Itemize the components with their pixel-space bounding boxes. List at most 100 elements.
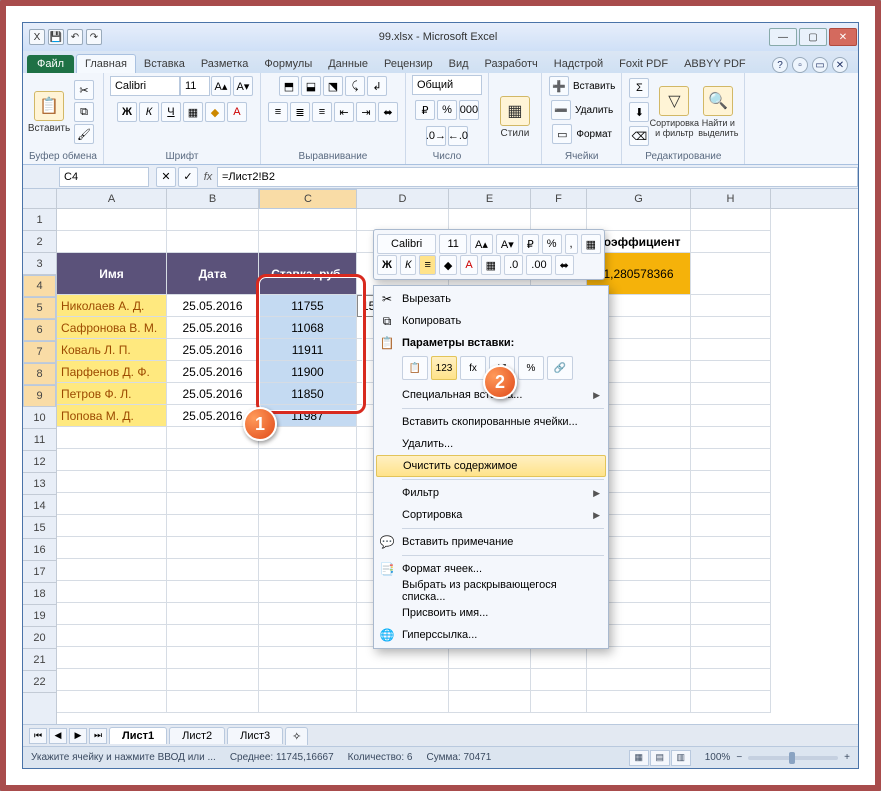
cell[interactable] <box>57 449 167 471</box>
menu-format-cells[interactable]: 📑Формат ячеек... <box>374 558 608 580</box>
mini-currency-icon[interactable]: ₽ <box>522 234 539 254</box>
cell[interactable] <box>691 493 771 515</box>
menu-insert-comment[interactable]: 💬Вставить примечание <box>374 531 608 553</box>
cell[interactable] <box>167 669 259 691</box>
menu-hyperlink[interactable]: 🌐Гиперссылка... <box>374 624 608 646</box>
formula-input[interactable]: =Лист2!B2 <box>217 167 858 187</box>
cell[interactable]: Попова М. Д. <box>57 405 167 427</box>
cell[interactable] <box>259 669 357 691</box>
cell[interactable] <box>167 559 259 581</box>
row-header[interactable]: 16 <box>23 539 56 561</box>
cell[interactable] <box>259 691 357 713</box>
tab-layout[interactable]: Разметка <box>193 55 257 73</box>
font-color-button[interactable]: A <box>227 102 247 122</box>
row-header[interactable]: 8 <box>23 363 56 385</box>
undo-icon[interactable]: ↶ <box>67 29 83 45</box>
cell[interactable] <box>357 647 449 669</box>
sheet-tab-1[interactable]: Лист1 <box>109 727 167 744</box>
cell[interactable] <box>691 339 771 361</box>
cell[interactable] <box>691 383 771 405</box>
cell[interactable]: Дата <box>167 253 259 295</box>
mini-bold-icon[interactable]: Ж <box>377 255 397 275</box>
wrap-text-icon[interactable]: ↲ <box>367 76 387 96</box>
paste-opt-all[interactable]: 📋 <box>402 356 428 380</box>
cancel-formula-icon[interactable]: ✕ <box>156 167 176 187</box>
align-middle-icon[interactable]: ⬓ <box>301 76 321 96</box>
bold-button[interactable]: Ж <box>117 102 137 122</box>
tab-abbyy[interactable]: ABBYY PDF <box>676 55 754 73</box>
row-header[interactable]: 9 <box>23 385 56 407</box>
cell[interactable] <box>167 493 259 515</box>
row-header[interactable]: 13 <box>23 473 56 495</box>
cell[interactable] <box>259 515 357 537</box>
row-header[interactable]: 22 <box>23 671 56 693</box>
cell[interactable]: 25.05.2016 <box>167 361 259 383</box>
indent-dec-icon[interactable]: ⇤ <box>334 102 354 122</box>
cell[interactable] <box>691 603 771 625</box>
cell[interactable] <box>587 209 691 231</box>
cells-insert-button[interactable]: ➕Вставить <box>548 75 615 97</box>
worksheet[interactable]: A B C D E F G H 123456789101112131415161… <box>23 189 858 724</box>
tab-data[interactable]: Данные <box>320 55 376 73</box>
cell[interactable] <box>691 559 771 581</box>
cell[interactable]: Ставка, руб. <box>259 253 357 295</box>
mini-fontcolor-icon[interactable]: A <box>460 255 477 275</box>
row-header[interactable]: 2 <box>23 231 56 253</box>
cell[interactable]: 11850 <box>259 383 357 405</box>
tab-addins[interactable]: Надстрой <box>546 55 611 73</box>
inc-decimal-icon[interactable]: .0→ <box>426 126 446 146</box>
enter-formula-icon[interactable]: ✓ <box>178 167 198 187</box>
save-icon[interactable]: 💾 <box>48 29 64 45</box>
col-header[interactable]: A <box>57 189 167 208</box>
cell[interactable] <box>57 231 167 253</box>
cell[interactable] <box>167 603 259 625</box>
cell[interactable] <box>259 581 357 603</box>
cell[interactable] <box>57 559 167 581</box>
cell[interactable] <box>57 603 167 625</box>
italic-button[interactable]: К <box>139 102 159 122</box>
cell[interactable]: Парфенов Д. Ф. <box>57 361 167 383</box>
cell[interactable] <box>259 449 357 471</box>
cell[interactable]: 25.05.2016 <box>167 295 259 317</box>
cell[interactable] <box>691 537 771 559</box>
number-format-select[interactable]: Общий <box>412 75 482 95</box>
align-center-icon[interactable]: ≣ <box>290 102 310 122</box>
cell[interactable] <box>259 647 357 669</box>
cell[interactable] <box>691 405 771 427</box>
cell[interactable] <box>587 691 691 713</box>
cell[interactable] <box>167 209 259 231</box>
tab-home[interactable]: Главная <box>76 54 136 73</box>
cell[interactable] <box>357 691 449 713</box>
merge-icon[interactable]: ⬌ <box>378 102 398 122</box>
mini-italic-icon[interactable]: К <box>400 255 416 275</box>
tab-nav-last[interactable]: ⏭ <box>89 728 107 744</box>
cell[interactable] <box>531 647 587 669</box>
cell[interactable] <box>259 231 357 253</box>
menu-filter[interactable]: Фильтр▶ <box>374 482 608 504</box>
cell[interactable] <box>259 537 357 559</box>
cell[interactable] <box>691 515 771 537</box>
cells-delete-button[interactable]: ➖Удалить <box>550 99 613 121</box>
percent-icon[interactable]: % <box>437 100 457 120</box>
menu-assign-name[interactable]: Присвоить имя... <box>374 602 608 624</box>
cell[interactable] <box>57 647 167 669</box>
zoom-in-icon[interactable]: + <box>844 752 850 763</box>
cell[interactable] <box>259 625 357 647</box>
find-select-button[interactable]: 🔍 Найти и выделить <box>698 86 738 138</box>
cell[interactable]: Сафронова В. М. <box>57 317 167 339</box>
cell[interactable] <box>167 515 259 537</box>
cell[interactable] <box>449 669 531 691</box>
row-header[interactable]: 21 <box>23 649 56 671</box>
row-header[interactable]: 10 <box>23 407 56 429</box>
cell[interactable] <box>691 471 771 493</box>
cell[interactable] <box>57 669 167 691</box>
cell[interactable] <box>531 209 587 231</box>
sheet-tab-2[interactable]: Лист2 <box>169 727 225 744</box>
row-header[interactable]: 3 <box>23 253 56 275</box>
paste-opt-formatting[interactable]: % <box>518 356 544 380</box>
cell[interactable] <box>57 537 167 559</box>
cell[interactable] <box>259 493 357 515</box>
cell[interactable] <box>57 515 167 537</box>
col-header[interactable]: H <box>691 189 771 208</box>
tab-insert[interactable]: Вставка <box>136 55 193 73</box>
